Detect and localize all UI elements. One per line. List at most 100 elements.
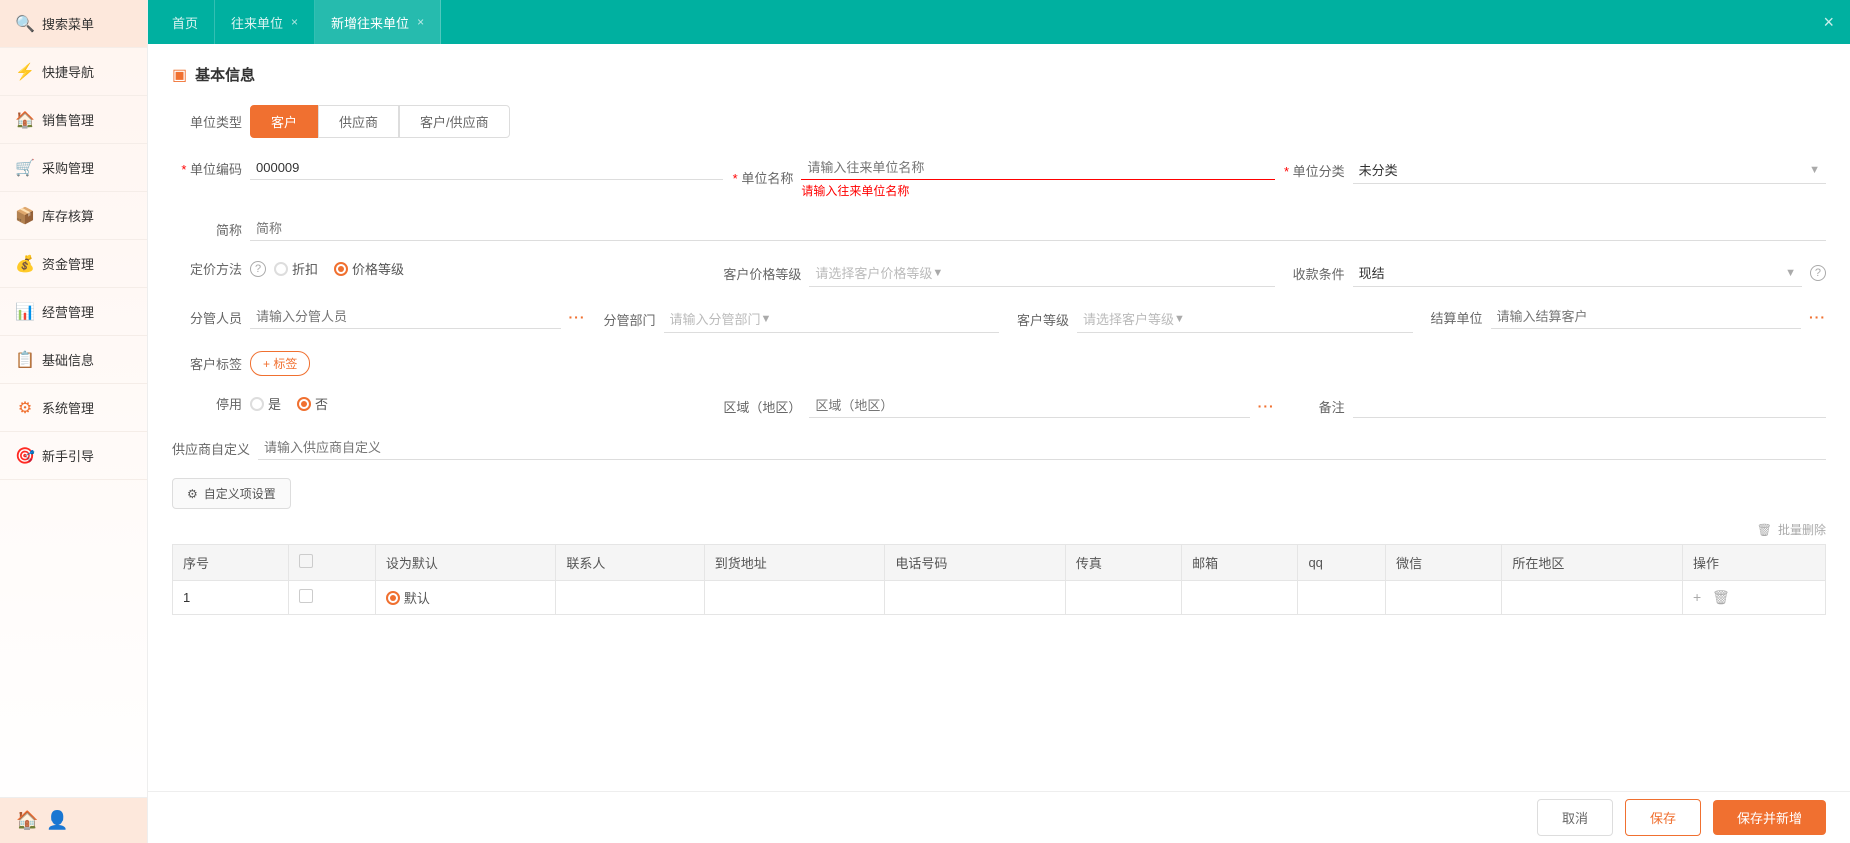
pricing-help-icon[interactable]: ? xyxy=(250,261,266,277)
customer-price-level-chevron: ▼ xyxy=(932,267,943,279)
batch-delete-icon: 🗑 xyxy=(1757,523,1772,537)
row-qq[interactable] xyxy=(1298,581,1386,615)
unit-btn-both[interactable]: 客户/供应商 xyxy=(399,105,510,138)
short-name-label: 简称 xyxy=(172,220,242,239)
row-address[interactable] xyxy=(704,581,885,615)
tab-home[interactable]: 首页 xyxy=(156,0,215,44)
sidebar-item-system[interactable]: ⚙ 系统管理 xyxy=(0,384,147,432)
customer-level-select[interactable]: 请选择客户等级 ▼ xyxy=(1077,305,1413,333)
content-area: ▣ 基本信息 单位类型 客户 供应商 客户/供应商 单位编码 单位名称 xyxy=(148,44,1850,791)
short-name-field: 简称 xyxy=(172,217,1826,241)
row-no: 1 xyxy=(173,581,289,615)
payment-terms-label: 收款条件 xyxy=(1275,264,1345,283)
purchase-icon: 🛒 xyxy=(16,159,34,177)
sidebar-item-finance[interactable]: 💰 资金管理 xyxy=(0,240,147,288)
payment-help-icon[interactable]: ? xyxy=(1810,265,1826,281)
row-contact[interactable] xyxy=(556,581,704,615)
manager-label: 分管人员 xyxy=(172,308,242,327)
unit-name-label: 单位名称 xyxy=(723,168,793,187)
manager-input[interactable] xyxy=(250,305,561,329)
custom-settings-button[interactable]: ⚙ 自定义项设置 xyxy=(172,478,291,509)
notes-input[interactable] xyxy=(1353,394,1826,418)
customer-price-level-field: 客户价格等级 请选择客户价格等级 ▼ xyxy=(723,259,1274,287)
settlement-more-btn[interactable]: ··· xyxy=(1809,309,1826,325)
batch-delete-label[interactable]: 批量删除 xyxy=(1778,521,1826,538)
sidebar-item-basic[interactable]: 📋 基础信息 xyxy=(0,336,147,384)
user-icon: 👤 xyxy=(46,810,68,831)
table-row: 1 默认 xyxy=(173,581,1826,615)
tab-new-partner[interactable]: 新增往来单位 × xyxy=(315,0,441,44)
short-name-input[interactable] xyxy=(250,217,1826,241)
unit-code-input[interactable] xyxy=(250,156,723,180)
unit-category-select[interactable]: 未分类 ▼ xyxy=(1353,156,1826,184)
department-select[interactable]: 请输入分管部门 ▼ xyxy=(664,305,1000,333)
unit-btn-supplier[interactable]: 供应商 xyxy=(318,105,399,138)
customer-level-label: 客户等级 xyxy=(999,310,1069,329)
row-fax[interactable] xyxy=(1065,581,1181,615)
unit-category-label: 单位分类 xyxy=(1275,161,1345,180)
radio-price-level[interactable]: 价格等级 xyxy=(334,259,404,278)
sidebar-item-quick-nav[interactable]: ⚡ 快捷导航 xyxy=(0,48,147,96)
customer-price-level-select[interactable]: 请选择客户价格等级 ▼ xyxy=(809,259,1274,287)
notes-label: 备注 xyxy=(1275,397,1345,416)
region-field: 区域（地区） ··· xyxy=(723,394,1274,418)
unit-code-field: 单位编码 xyxy=(172,156,723,180)
main-area: 首页 往来单位 × 新增往来单位 × × ▣ 基本信息 单位类型 客户 供应商 xyxy=(148,0,1850,843)
unit-btn-customer[interactable]: 客户 xyxy=(250,105,318,138)
tab-partner[interactable]: 往来单位 × xyxy=(215,0,315,44)
sidebar-item-sales[interactable]: 🏠 销售管理 xyxy=(0,96,147,144)
col-default: 设为默认 xyxy=(375,545,556,581)
row-email[interactable] xyxy=(1182,581,1298,615)
customer-level-field: 客户等级 请选择客户等级 ▼ xyxy=(999,305,1413,333)
radio-discount[interactable]: 折扣 xyxy=(274,259,318,278)
sidebar-bottom: 🏠 👤 xyxy=(0,797,147,843)
window-close-button[interactable]: × xyxy=(1815,12,1842,33)
tab-partner-close[interactable]: × xyxy=(291,15,298,29)
select-all-checkbox[interactable] xyxy=(299,554,313,568)
add-row-button[interactable]: + xyxy=(1693,589,1701,605)
row-wechat[interactable] xyxy=(1386,581,1502,615)
unit-name-input[interactable] xyxy=(801,156,1274,180)
tags-row: 客户标签 + 标签 xyxy=(172,351,1826,376)
add-tag-button[interactable]: + 标签 xyxy=(250,351,310,376)
region-more-btn[interactable]: ··· xyxy=(1258,398,1275,414)
tab-new-partner-close[interactable]: × xyxy=(417,15,424,29)
save-and-new-button[interactable]: 保存并新增 xyxy=(1713,800,1826,835)
region-input[interactable] xyxy=(809,394,1249,418)
pricing-method-label: 定价方法 xyxy=(172,259,242,278)
sidebar-item-operations[interactable]: 📊 经营管理 xyxy=(0,288,147,336)
payment-terms-select[interactable]: 现结 ▼ xyxy=(1353,259,1802,287)
settlement-unit-label: 结算单位 xyxy=(1413,308,1483,327)
col-fax: 传真 xyxy=(1065,545,1181,581)
unit-type-row: 单位类型 客户 供应商 客户/供应商 xyxy=(172,105,1826,138)
sidebar-item-inventory[interactable]: 📦 库存核算 xyxy=(0,192,147,240)
disabled-row: 停用 是 否 区域（地区） ··· 备注 xyxy=(172,394,1826,418)
radio-yes[interactable]: 是 xyxy=(250,394,281,413)
settings-gear-icon: ⚙ xyxy=(187,487,198,501)
supplier-custom-field: 供应商自定义 xyxy=(172,436,1826,460)
col-action: 操作 xyxy=(1682,545,1825,581)
basic-icon: 📋 xyxy=(16,351,34,369)
row-phone[interactable] xyxy=(885,581,1066,615)
supplier-custom-input[interactable] xyxy=(258,436,1826,460)
radio-no[interactable]: 否 xyxy=(297,394,328,413)
row-checkbox-input[interactable] xyxy=(299,589,313,603)
sales-icon: 🏠 xyxy=(16,111,34,129)
manager-more-btn[interactable]: ··· xyxy=(569,309,586,325)
notes-field: 备注 xyxy=(1275,394,1826,418)
home-icon: 🏠 xyxy=(16,810,38,831)
radio-price-level-circle xyxy=(334,262,348,276)
save-button[interactable]: 保存 xyxy=(1625,799,1701,836)
sidebar-item-purchase[interactable]: 🛒 采购管理 xyxy=(0,144,147,192)
unit-name-input-wrapper: 请输入往来单位名称 xyxy=(801,156,1274,199)
sidebar-item-search[interactable]: 🔍 搜索菜单 xyxy=(0,0,147,48)
search-icon: 🔍 xyxy=(16,15,34,33)
cancel-button[interactable]: 取消 xyxy=(1537,799,1613,836)
settlement-unit-input[interactable] xyxy=(1491,305,1802,329)
footer: 取消 保存 保存并新增 xyxy=(148,791,1850,843)
manager-field: 分管人员 ··· xyxy=(172,305,586,329)
sidebar-item-guide[interactable]: 🎯 新手引导 xyxy=(0,432,147,480)
department-chevron: ▼ xyxy=(761,313,772,325)
row-region[interactable] xyxy=(1502,581,1683,615)
delete-row-button[interactable]: 🗑 xyxy=(1712,589,1730,605)
